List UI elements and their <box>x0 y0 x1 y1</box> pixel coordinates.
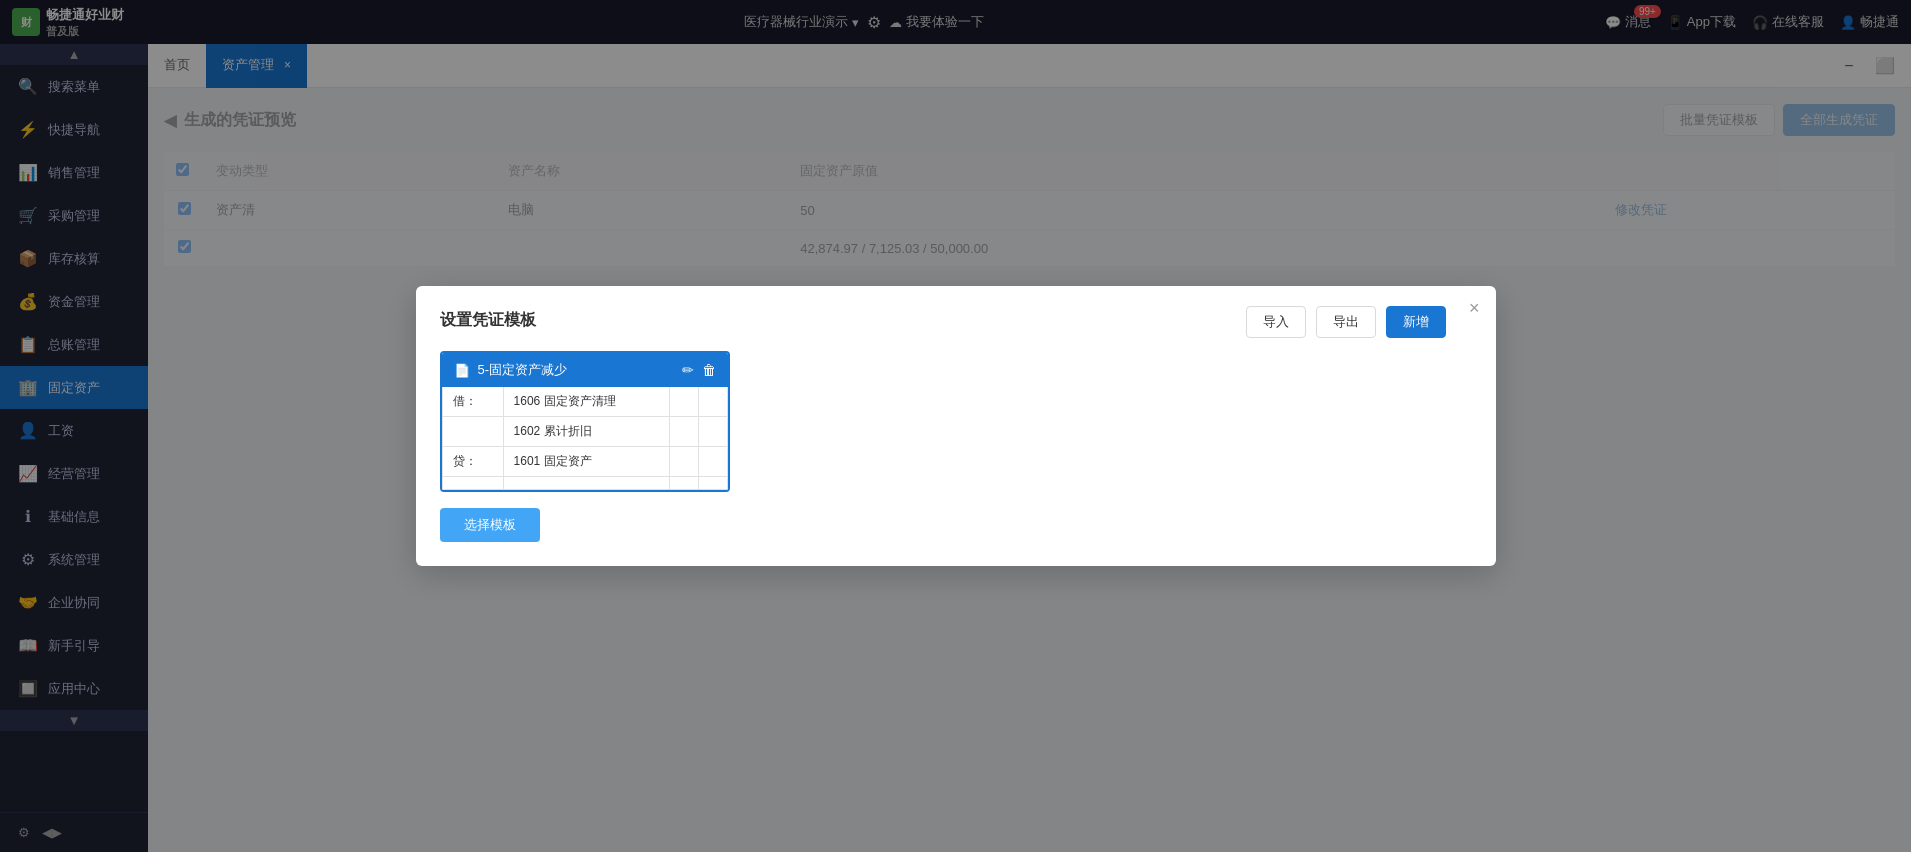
template-row <box>442 477 727 490</box>
template-row: 借： 1606 固定资产清理 <box>442 387 727 417</box>
modal-close-button[interactable]: × <box>1469 298 1480 319</box>
template-edit-icon[interactable]: ✏ <box>682 362 694 378</box>
select-template-button[interactable]: 选择模板 <box>440 508 540 542</box>
modal-dialog: 设置凭证模板 导入 导出 新增 × 📄 5-固定资产减少 <box>416 286 1496 566</box>
template-delete-icon[interactable]: 🗑 <box>702 362 716 378</box>
template-cell-col3 <box>670 417 698 447</box>
template-cell-type: 贷： <box>442 447 503 477</box>
template-cell-type <box>442 417 503 447</box>
template-row: 1602 累计折旧 <box>442 417 727 447</box>
template-name: 5-固定资产减少 <box>478 361 568 379</box>
template-row: 贷： 1601 固定资产 <box>442 447 727 477</box>
modal-overlay: 设置凭证模板 导入 导出 新增 × 📄 5-固定资产减少 <box>148 44 1911 852</box>
template-cell-col4 <box>698 417 727 447</box>
template-cell-empty3 <box>670 477 698 490</box>
template-cell-col3 <box>670 447 698 477</box>
content-area: 首页 资产管理 × − ⬜ ◀ 生成的凭证预览 <box>148 44 1911 852</box>
template-cell-type: 借： <box>442 387 503 417</box>
template-cell-col3 <box>670 387 698 417</box>
template-cell-account: 1606 固定资产清理 <box>503 387 670 417</box>
template-cell-col4 <box>698 447 727 477</box>
modal-actions: 导入 导出 新增 <box>1246 306 1446 338</box>
import-button[interactable]: 导入 <box>1246 306 1306 338</box>
template-card: 📄 5-固定资产减少 ✏ 🗑 借： <box>440 351 730 492</box>
main-layout: ▲ 🔍 搜索菜单 ⚡ 快捷导航 📊 销售管理 🛒 采购管理 📦 库存核算 <box>0 44 1911 852</box>
new-button[interactable]: 新增 <box>1386 306 1446 338</box>
template-doc-icon: 📄 <box>454 363 470 378</box>
template-table: 借： 1606 固定资产清理 1602 累计折旧 <box>442 387 728 490</box>
template-card-header-right: ✏ 🗑 <box>682 362 716 378</box>
template-cell-account: 1602 累计折旧 <box>503 417 670 447</box>
template-cell-empty2 <box>503 477 670 490</box>
template-cell-col4 <box>698 387 727 417</box>
template-card-header: 📄 5-固定资产减少 ✏ 🗑 <box>442 353 728 387</box>
template-cell-empty <box>442 477 503 490</box>
export-button[interactable]: 导出 <box>1316 306 1376 338</box>
app-container: 财 畅捷通好业财 普及版 医疗器械行业演示 ▾ ⚙ ☁ 我要体验一下 💬 消息 <box>0 0 1911 852</box>
template-cell-empty4 <box>698 477 727 490</box>
template-card-header-left: 📄 5-固定资产减少 <box>454 361 568 379</box>
template-cell-account: 1601 固定资产 <box>503 447 670 477</box>
